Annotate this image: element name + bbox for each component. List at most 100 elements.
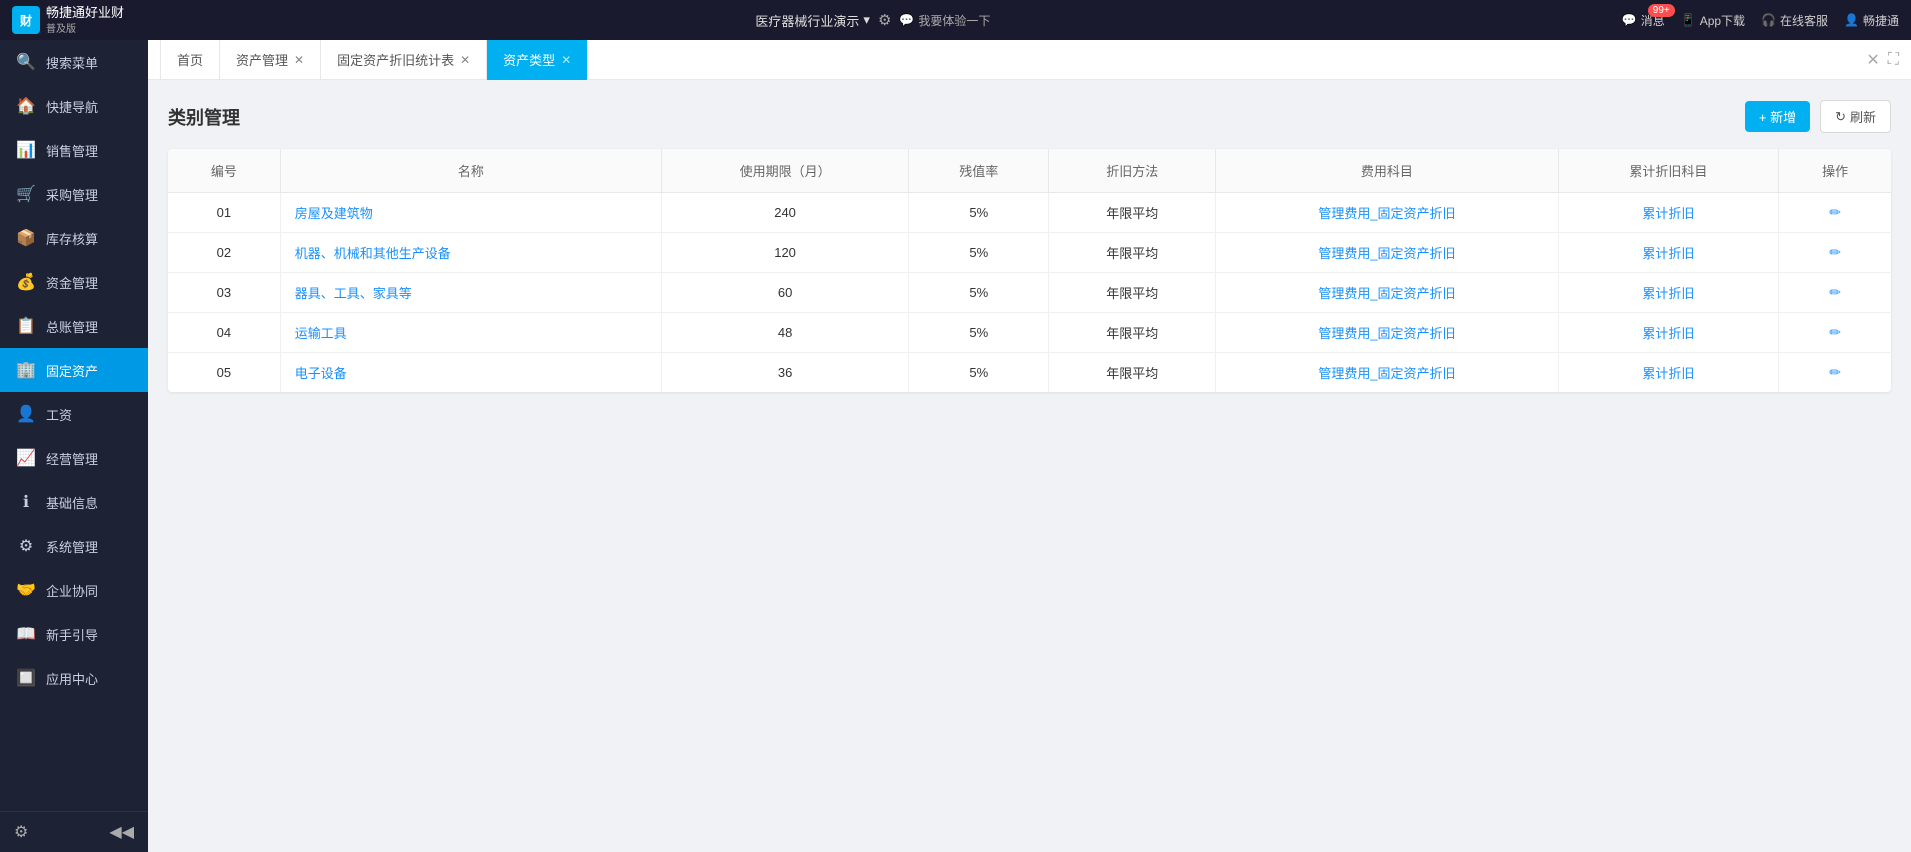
sidebar-label-sales: 销售管理 [46, 141, 98, 160]
sidebar-item-inventory[interactable]: 📦 库存核算 [0, 216, 148, 260]
payroll-icon: 👤 [16, 404, 36, 424]
cell-method: 年限平均 [1049, 353, 1216, 393]
sidebar-item-fixed-assets[interactable]: 🏢 固定资产 [0, 348, 148, 392]
sidebar-item-operations[interactable]: 📈 经营管理 [0, 436, 148, 480]
top-bar-left: 财 畅捷通好业财 普及版 [12, 5, 124, 36]
table-header-row: 编号 名称 使用期限（月） 残值率 折旧方法 费用科目 累计折旧科目 操作 [168, 149, 1891, 193]
online-service-label: 在线客服 [1780, 12, 1828, 29]
sidebar-item-quick-nav[interactable]: 🏠 快捷导航 [0, 84, 148, 128]
cell-accum: 累计折旧 [1558, 233, 1778, 273]
tab-close-all-icon[interactable]: ✕ [1866, 50, 1879, 70]
sidebar-settings-icon[interactable]: ⚙ [14, 822, 28, 842]
tab-fixed-depreciation-close[interactable]: ✕ [460, 53, 470, 67]
online-service-btn[interactable]: 🎧 在线客服 [1761, 12, 1828, 29]
app-logo: 财 畅捷通好业财 普及版 [12, 5, 124, 36]
sidebar-label-search: 搜索菜单 [46, 53, 98, 72]
sidebar-item-purchase[interactable]: 🛒 采购管理 [0, 172, 148, 216]
app-download-label: App下载 [1700, 12, 1745, 29]
sales-icon: 📊 [16, 140, 36, 160]
tab-asset-mgmt[interactable]: 资产管理 ✕ [220, 40, 321, 80]
top-bar: 财 畅捷通好业财 普及版 医疗器械行业演示 ▾ ⚙ 💬 我要体验一下 💬 消息 … [0, 0, 1911, 40]
topbar-settings-icon[interactable]: ⚙ [878, 11, 891, 29]
sidebar-collapse-icon[interactable]: ◀◀ [109, 822, 134, 842]
cell-period: 36 [661, 353, 908, 393]
cell-action: ✏ [1779, 273, 1891, 313]
tab-asset-type[interactable]: 资产类型 ✕ [487, 40, 588, 80]
sidebar-item-sales[interactable]: 📊 销售管理 [0, 128, 148, 172]
col-header-name: 名称 [280, 149, 661, 193]
tab-expand-icon[interactable]: ⛶ [1888, 51, 1899, 69]
cell-code: 03 [168, 273, 280, 313]
sidebar-item-finance[interactable]: 💰 资金管理 [0, 260, 148, 304]
cell-name[interactable]: 器具、工具、家具等 [280, 273, 661, 313]
sidebar-label-purchase: 采购管理 [46, 185, 98, 204]
cell-action: ✏ [1779, 353, 1891, 393]
edit-icon[interactable]: ✏ [1829, 284, 1841, 300]
col-header-code: 编号 [168, 149, 280, 193]
sidebar-item-search[interactable]: 🔍 搜索菜单 [0, 40, 148, 84]
tab-asset-mgmt-close[interactable]: ✕ [294, 53, 304, 67]
cell-code: 05 [168, 353, 280, 393]
cell-expense: 管理费用_固定资产折旧 [1216, 193, 1558, 233]
table-row: 01房屋及建筑物2405%年限平均管理费用_固定资产折旧累计折旧✏ [168, 193, 1891, 233]
tab-asset-type-close[interactable]: ✕ [561, 53, 571, 67]
edit-icon[interactable]: ✏ [1829, 324, 1841, 340]
sidebar-item-system[interactable]: ⚙ 系统管理 [0, 524, 148, 568]
user-avatar-icon: 👤 [1844, 13, 1859, 27]
table-row: 05电子设备365%年限平均管理费用_固定资产折旧累计折旧✏ [168, 353, 1891, 393]
experience-btn[interactable]: 💬 我要体验一下 [899, 12, 990, 29]
inventory-icon: 📦 [16, 228, 36, 248]
sidebar-item-basic-info[interactable]: ℹ 基础信息 [0, 480, 148, 524]
cell-accum: 累计折旧 [1558, 193, 1778, 233]
app-center-icon: 🔲 [16, 668, 36, 688]
cell-period: 60 [661, 273, 908, 313]
tab-home[interactable]: 首页 [160, 40, 220, 80]
user-profile-btn[interactable]: 👤 畅捷通 [1844, 12, 1899, 29]
sidebar-label-inventory: 库存核算 [46, 229, 98, 248]
sidebar-item-guide[interactable]: 📖 新手引导 [0, 612, 148, 656]
finance-icon: 💰 [16, 272, 36, 292]
tab-home-label: 首页 [177, 50, 203, 69]
basic-info-icon: ℹ [16, 492, 36, 512]
tab-fixed-depreciation-label: 固定资产折旧统计表 [337, 50, 454, 69]
user-name: 畅捷通 [1863, 12, 1899, 29]
cell-method: 年限平均 [1049, 313, 1216, 353]
col-header-period: 使用期限（月） [661, 149, 908, 193]
page-header: 类别管理 + 新增 ↻ 刷新 [168, 100, 1891, 133]
cell-code: 02 [168, 233, 280, 273]
sidebar-item-ledger[interactable]: 📋 总账管理 [0, 304, 148, 348]
current-company[interactable]: 医疗器械行业演示 ▾ [755, 11, 870, 30]
cell-method: 年限平均 [1049, 233, 1216, 273]
edit-icon[interactable]: ✏ [1829, 204, 1841, 220]
cell-name[interactable]: 房屋及建筑物 [280, 193, 661, 233]
sidebar-label-collab: 企业协同 [46, 581, 98, 600]
cell-residual: 5% [909, 353, 1049, 393]
ledger-icon: 📋 [16, 316, 36, 336]
purchase-icon: 🛒 [16, 184, 36, 204]
cell-name[interactable]: 运输工具 [280, 313, 661, 353]
cell-residual: 5% [909, 313, 1049, 353]
sidebar-item-app-center[interactable]: 🔲 应用中心 [0, 656, 148, 700]
message-btn[interactable]: 💬 消息 99+ [1622, 12, 1665, 29]
sidebar-label-payroll: 工资 [46, 405, 72, 424]
sidebar-item-collab[interactable]: 🤝 企业协同 [0, 568, 148, 612]
edit-icon[interactable]: ✏ [1829, 364, 1841, 380]
cell-expense: 管理费用_固定资产折旧 [1216, 313, 1558, 353]
search-icon: 🔍 [16, 52, 36, 72]
cell-name[interactable]: 电子设备 [280, 353, 661, 393]
sidebar-item-payroll[interactable]: 👤 工资 [0, 392, 148, 436]
system-icon: ⚙ [16, 536, 36, 556]
tab-fixed-depreciation[interactable]: 固定资产折旧统计表 ✕ [321, 40, 487, 80]
cell-action: ✏ [1779, 313, 1891, 353]
sidebar-label-fixed-assets: 固定资产 [46, 361, 98, 380]
edit-icon[interactable]: ✏ [1829, 244, 1841, 260]
cell-action: ✏ [1779, 193, 1891, 233]
company-dropdown-icon: ▾ [863, 12, 870, 28]
page-content: 类别管理 + 新增 ↻ 刷新 编号 名称 使用期限（月） 残值率 [148, 80, 1911, 852]
cell-name[interactable]: 机器、机械和其他生产设备 [280, 233, 661, 273]
collab-icon: 🤝 [16, 580, 36, 600]
guide-icon: 📖 [16, 624, 36, 644]
new-btn[interactable]: + 新增 [1745, 101, 1810, 132]
refresh-btn[interactable]: ↻ 刷新 [1820, 100, 1891, 133]
app-download-btn[interactable]: 📱 App下载 [1681, 12, 1745, 29]
